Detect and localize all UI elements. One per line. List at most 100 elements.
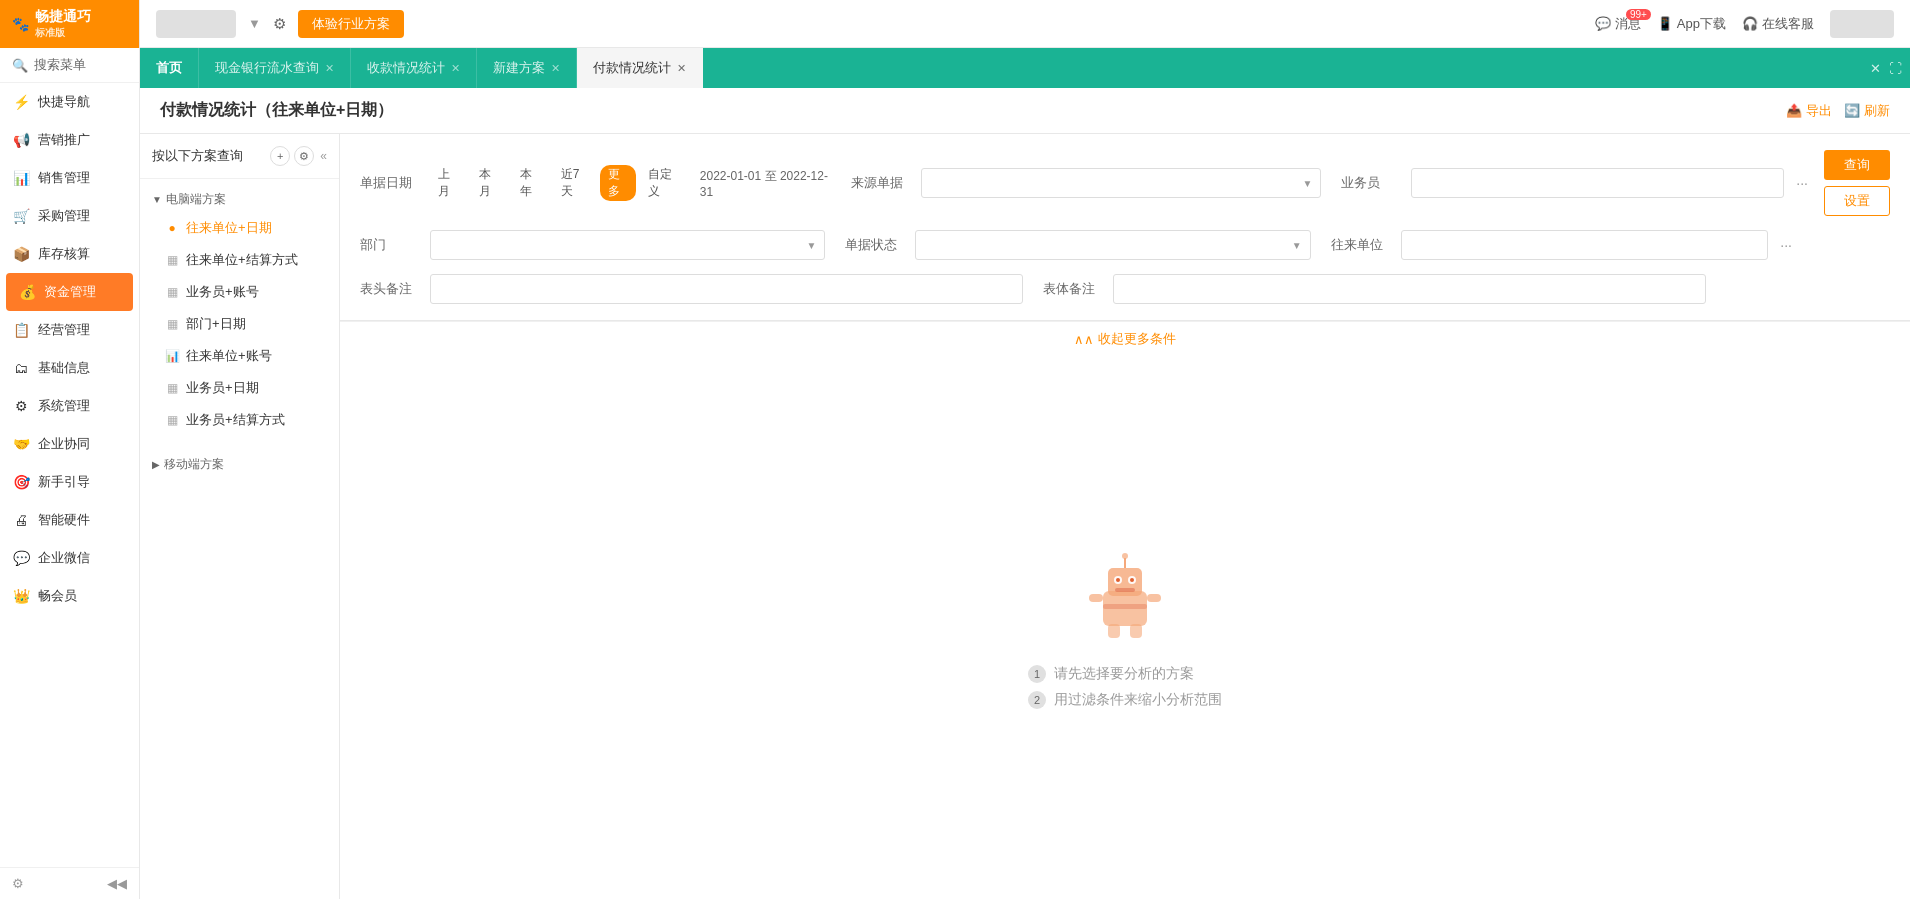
- sidebar-item-capital[interactable]: 💰 资金管理: [6, 273, 133, 311]
- tabbar: 首页 现金银行流水查询 ✕ 收款情况统计 ✕ 新建方案 ✕ 付款情况统计 ✕ ✕…: [140, 48, 1910, 88]
- app-icon: 📱: [1657, 16, 1673, 31]
- body-note-field: [1113, 274, 1706, 304]
- tab-home[interactable]: 首页: [140, 48, 199, 88]
- partner-input[interactable]: [1401, 230, 1769, 260]
- close-all-icon[interactable]: ✕: [1870, 61, 1881, 76]
- source-select[interactable]: ▼: [921, 168, 1322, 198]
- tab-close-icon[interactable]: ✕: [325, 62, 334, 75]
- dept-select[interactable]: ▼: [430, 230, 825, 260]
- refresh-icon: 🔄: [1844, 103, 1860, 118]
- partner-dotdot[interactable]: ···: [1776, 237, 1796, 253]
- scheme-item-salesman-date[interactable]: ▦ 业务员+日期: [140, 372, 339, 404]
- tab-close-icon[interactable]: ✕: [551, 62, 560, 75]
- body-note-input[interactable]: [1113, 274, 1706, 304]
- date-tab-custom[interactable]: 自定义: [640, 164, 687, 202]
- scheme-item-dept-date[interactable]: ▦ 部门+日期: [140, 308, 339, 340]
- export-btn[interactable]: 📤 导出: [1786, 102, 1832, 120]
- doc-status-select[interactable]: ▼: [915, 230, 1310, 260]
- scheme-add-btn[interactable]: +: [270, 146, 290, 166]
- partner-field: ···: [1401, 230, 1796, 260]
- date-tab-this-year[interactable]: 本年: [512, 164, 549, 202]
- sidebar-item-enterprise[interactable]: 🤝 企业协同: [0, 425, 139, 463]
- online-service[interactable]: 🎧 在线客服: [1742, 15, 1814, 33]
- tab-close-icon[interactable]: ✕: [677, 62, 686, 75]
- sidebar-item-system[interactable]: ⚙ 系统管理: [0, 387, 139, 425]
- user-avatar[interactable]: [1830, 10, 1894, 38]
- sidebar-item-member[interactable]: 👑 畅会员: [0, 577, 139, 615]
- profile-dropdown-arrow[interactable]: ▼: [248, 16, 261, 31]
- refresh-btn[interactable]: 🔄 刷新: [1844, 102, 1890, 120]
- basic-icon: 🗂: [12, 359, 30, 377]
- sidebar-item-label: 资金管理: [44, 283, 96, 301]
- sidebar-item-guide[interactable]: 🎯 新手引导: [0, 463, 139, 501]
- sidebar-item-operations[interactable]: 📋 经营管理: [0, 311, 139, 349]
- sidebar-item-sales[interactable]: 📊 销售管理: [0, 159, 139, 197]
- svg-point-5: [1130, 578, 1134, 582]
- sidebar-item-hardware[interactable]: 🖨 智能硬件: [0, 501, 139, 539]
- scheme-item-label: 往来单位+日期: [186, 219, 272, 237]
- scheme-item-salesman-account[interactable]: ▦ 业务员+账号: [140, 276, 339, 308]
- query-btn[interactable]: 查询: [1824, 150, 1890, 180]
- sidebar-item-quick-nav[interactable]: ⚡ 快捷导航: [0, 83, 139, 121]
- settings-icon[interactable]: ⚙: [12, 876, 24, 891]
- service-icon: 🎧: [1742, 16, 1758, 31]
- collapse-bar[interactable]: ∧∧ 收起更多条件: [340, 321, 1910, 356]
- sidebar-item-label: 经营管理: [38, 321, 90, 339]
- salesman-input[interactable]: [1411, 168, 1784, 198]
- hardware-icon: 🖨: [12, 511, 30, 529]
- sidebar-item-wechat[interactable]: 💬 企业微信: [0, 539, 139, 577]
- scheme-item-partner-date[interactable]: ● 往来单位+日期: [140, 212, 339, 244]
- scheme-group-mobile: ▶ 移动端方案: [140, 444, 339, 485]
- date-tab-this-month[interactable]: 本月: [471, 164, 508, 202]
- header-note-input[interactable]: [430, 274, 1023, 304]
- scheme-item-label: 业务员+结算方式: [186, 411, 285, 429]
- search-menu-button[interactable]: 🔍 搜索菜单: [0, 48, 139, 83]
- date-tab-more[interactable]: 更多: [600, 165, 637, 201]
- salesman-dotdot[interactable]: ···: [1792, 175, 1812, 191]
- svg-rect-12: [1130, 624, 1142, 638]
- group-title-label: 电脑端方案: [166, 191, 226, 208]
- action-btn-group: 查询 设置: [1824, 150, 1890, 216]
- sidebar-item-label: 企业微信: [38, 549, 90, 567]
- dept-select-arrow: ▼: [806, 240, 816, 251]
- scheme-group-desktop-title[interactable]: ▼ 电脑端方案: [140, 187, 339, 212]
- sidebar-item-basic[interactable]: 🗂 基础信息: [0, 349, 139, 387]
- sidebar-item-label: 采购管理: [38, 207, 90, 225]
- sidebar-item-marketing[interactable]: 📢 营销推广: [0, 121, 139, 159]
- settings-gear-icon[interactable]: ⚙: [273, 15, 286, 33]
- tab-bank-flow[interactable]: 现金银行流水查询 ✕: [199, 48, 351, 88]
- guide-icon: 🎯: [12, 473, 30, 491]
- topbar-actions: 💬 消息 99+ 📱 App下载 🎧 在线客服: [1595, 10, 1894, 38]
- expand-icon[interactable]: ⛶: [1889, 61, 1902, 76]
- tab-new-scheme[interactable]: 新建方案 ✕: [477, 48, 577, 88]
- svg-point-7: [1122, 553, 1128, 559]
- date-tab-last-month[interactable]: 上月: [430, 164, 467, 202]
- user-profile[interactable]: [156, 10, 236, 38]
- scheme-collapse-btn[interactable]: «: [320, 149, 327, 163]
- date-tab-7days[interactable]: 近7天: [553, 164, 596, 202]
- marketing-icon: 📢: [12, 131, 30, 149]
- scheme-item-partner-settle[interactable]: ▦ 往来单位+结算方式: [140, 244, 339, 276]
- sidebar-item-label: 系统管理: [38, 397, 90, 415]
- tab-payment-stats[interactable]: 付款情况统计 ✕: [577, 48, 703, 88]
- collapse-sidebar-icon[interactable]: ◀◀: [107, 876, 127, 891]
- app-download[interactable]: 📱 App下载: [1657, 15, 1726, 33]
- scheme-item-partner-account[interactable]: 📊 往来单位+账号: [140, 340, 339, 372]
- scheme-header: 按以下方案查询 + ⚙ «: [140, 134, 339, 179]
- sidebar-item-purchase[interactable]: 🛒 采购管理: [0, 197, 139, 235]
- scheme-settings-btn[interactable]: ⚙: [294, 146, 314, 166]
- message-badge[interactable]: 💬 消息 99+: [1595, 15, 1641, 33]
- scheme-item-salesman-settle[interactable]: ▦ 业务员+结算方式: [140, 404, 339, 436]
- tab-receipt-stats[interactable]: 收款情况统计 ✕: [351, 48, 477, 88]
- empty-illustration: [1075, 546, 1175, 649]
- main-area: ▼ ⚙ 体验行业方案 💬 消息 99+ 📱 App下载 🎧 在线客服 首页: [140, 0, 1910, 899]
- active-scheme-icon: ●: [164, 220, 180, 236]
- tip-num-1: 1: [1028, 665, 1046, 683]
- settings-btn[interactable]: 设置: [1824, 186, 1890, 216]
- system-icon: ⚙: [12, 397, 30, 415]
- trial-btn[interactable]: 体验行业方案: [298, 10, 404, 38]
- sidebar-item-inventory[interactable]: 📦 库存核算: [0, 235, 139, 273]
- tab-close-icon[interactable]: ✕: [451, 62, 460, 75]
- scheme-group-mobile-title[interactable]: ▶ 移动端方案: [140, 452, 339, 477]
- header-note-label: 表头备注: [360, 280, 430, 298]
